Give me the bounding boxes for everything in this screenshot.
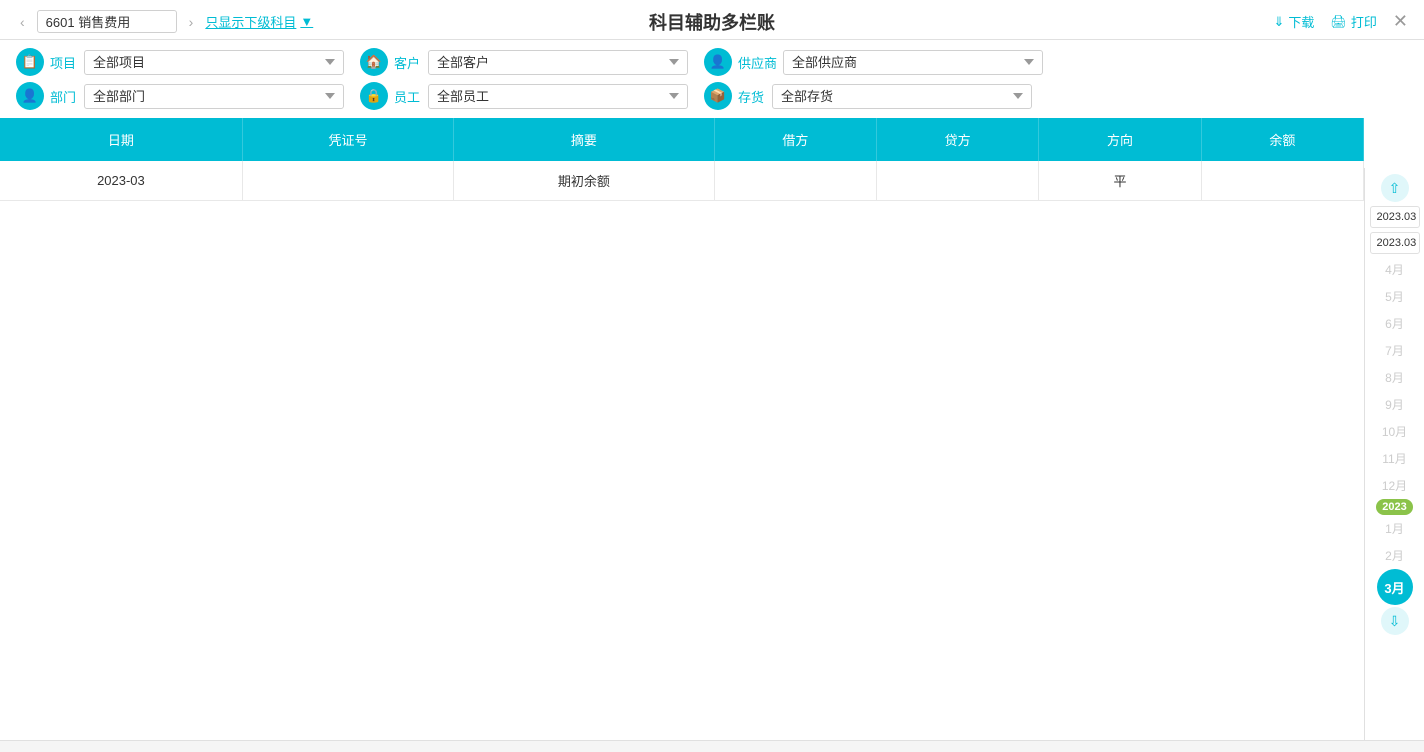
department-label: 部门 <box>50 87 78 106</box>
next-account-btn[interactable]: › <box>185 12 198 32</box>
col-debit: 借方 <box>714 118 876 161</box>
filter-supplier: 👤 供应商 全部供应商 <box>704 48 1043 76</box>
title-bar-right: ⇓ 下载 🖨 打印 ✕ <box>1273 11 1408 32</box>
show-sub-label: 只显示下级科目 <box>205 12 296 31</box>
filter-section: 📋 项目 全部项目 🏠 客户 全部客户 👤 供应商 全部供应商 <box>0 40 1424 118</box>
right-panel: ⇧ 2023.03 2023.03 4月 5月 6月 7月 8月 9月 10月 … <box>1364 168 1424 740</box>
cell-balance <box>1201 161 1363 201</box>
customer-select[interactable]: 全部客户 <box>428 50 688 75</box>
period-7[interactable]: 7月 <box>1369 337 1421 364</box>
title-bar: ‹ › 只显示下级科目 ▼ 科目辅助多栏账 ⇓ 下载 🖨 打印 ✕ <box>0 0 1424 40</box>
period-up-btn[interactable]: ⇧ <box>1381 174 1409 202</box>
project-label: 项目 <box>50 53 78 72</box>
department-icon: 👤 <box>16 82 44 110</box>
col-summary: 摘要 <box>454 118 714 161</box>
department-select[interactable]: 全部部门 <box>84 84 344 109</box>
col-credit: 贷方 <box>876 118 1038 161</box>
cell-direction: 平 <box>1039 161 1201 201</box>
page-title: 科目辅助多栏账 <box>649 9 775 35</box>
print-icon: 🖨 <box>1330 14 1347 30</box>
project-select[interactable]: 全部项目 <box>84 50 344 75</box>
prev-account-btn[interactable]: ‹ <box>16 12 29 32</box>
table-header-row: 日期 凭证号 摘要 借方 贷方 方向 余额 <box>0 118 1364 161</box>
col-date: 日期 <box>0 118 242 161</box>
filter-project: 📋 项目 全部项目 <box>16 48 344 76</box>
period-9[interactable]: 9月 <box>1369 391 1421 418</box>
cell-summary: 期初余额 <box>454 161 714 201</box>
filter-employee: 🔒 员工 全部员工 <box>360 82 688 110</box>
cell-credit <box>876 161 1038 201</box>
employee-icon: 🔒 <box>360 82 388 110</box>
filter-row-2: 👤 部门 全部部门 🔒 员工 全部员工 📦 存货 全部存货 <box>16 82 1408 110</box>
inventory-label: 存货 <box>738 87 766 106</box>
period-11[interactable]: 11月 <box>1369 445 1421 472</box>
period-10[interactable]: 10月 <box>1369 418 1421 445</box>
period-2[interactable]: 2月 <box>1369 542 1421 569</box>
col-direction: 方向 <box>1039 118 1201 161</box>
period-12[interactable]: 12月 <box>1369 472 1421 499</box>
col-voucher: 凭证号 <box>242 118 453 161</box>
period-1[interactable]: 1月 <box>1369 515 1421 542</box>
period-selected-bottom[interactable]: 2023.03 <box>1370 232 1420 254</box>
data-table: 日期 凭证号 摘要 借方 贷方 方向 余额 2023-03 期初余额 <box>0 118 1364 201</box>
col-balance: 余额 <box>1201 118 1363 161</box>
period-5[interactable]: 5月 <box>1369 283 1421 310</box>
cell-debit <box>714 161 876 201</box>
inventory-select[interactable]: 全部存货 <box>772 84 1032 109</box>
table-container: 日期 凭证号 摘要 借方 贷方 方向 余额 2023-03 期初余额 <box>0 118 1364 740</box>
print-button[interactable]: 🖨 打印 <box>1330 12 1377 31</box>
inventory-icon: 📦 <box>704 82 732 110</box>
customer-label: 客户 <box>394 53 422 72</box>
supplier-label: 供应商 <box>738 53 777 72</box>
filter-customer: 🏠 客户 全部客户 <box>360 48 688 76</box>
filter-inventory: 📦 存货 全部存货 <box>704 82 1032 110</box>
customer-icon: 🏠 <box>360 48 388 76</box>
horizontal-scrollbar[interactable] <box>0 740 1424 752</box>
period-4[interactable]: 4月 <box>1369 256 1421 283</box>
account-code-input[interactable] <box>37 10 177 33</box>
cell-date: 2023-03 <box>0 161 242 201</box>
table-row: 2023-03 期初余额 平 <box>0 161 1364 201</box>
year-badge-2023[interactable]: 2023 <box>1376 499 1412 515</box>
project-icon: 📋 <box>16 48 44 76</box>
filter-department: 👤 部门 全部部门 <box>16 82 344 110</box>
filter-row-1: 📋 项目 全部项目 🏠 客户 全部客户 👤 供应商 全部供应商 <box>16 48 1408 76</box>
close-button[interactable]: ✕ <box>1393 11 1408 32</box>
chevron-down-icon: ▼ <box>300 14 313 29</box>
period-8[interactable]: 8月 <box>1369 364 1421 391</box>
supplier-select[interactable]: 全部供应商 <box>783 50 1043 75</box>
period-selected-top[interactable]: 2023.03 <box>1370 206 1420 228</box>
title-bar-left: ‹ › 只显示下级科目 ▼ <box>16 10 313 33</box>
period-down-btn[interactable]: ⇩ <box>1381 607 1409 635</box>
employee-label: 员工 <box>394 87 422 106</box>
period-3-active[interactable]: 3月 <box>1377 569 1413 605</box>
supplier-icon: 👤 <box>704 48 732 76</box>
download-button[interactable]: ⇓ 下载 <box>1273 12 1314 31</box>
cell-voucher <box>242 161 453 201</box>
download-icon: ⇓ <box>1273 14 1284 30</box>
main-window: ‹ › 只显示下级科目 ▼ 科目辅助多栏账 ⇓ 下载 🖨 打印 ✕ 📋 <box>0 0 1424 752</box>
employee-select[interactable]: 全部员工 <box>428 84 688 109</box>
period-6[interactable]: 6月 <box>1369 310 1421 337</box>
show-sub-button[interactable]: 只显示下级科目 ▼ <box>205 12 313 31</box>
